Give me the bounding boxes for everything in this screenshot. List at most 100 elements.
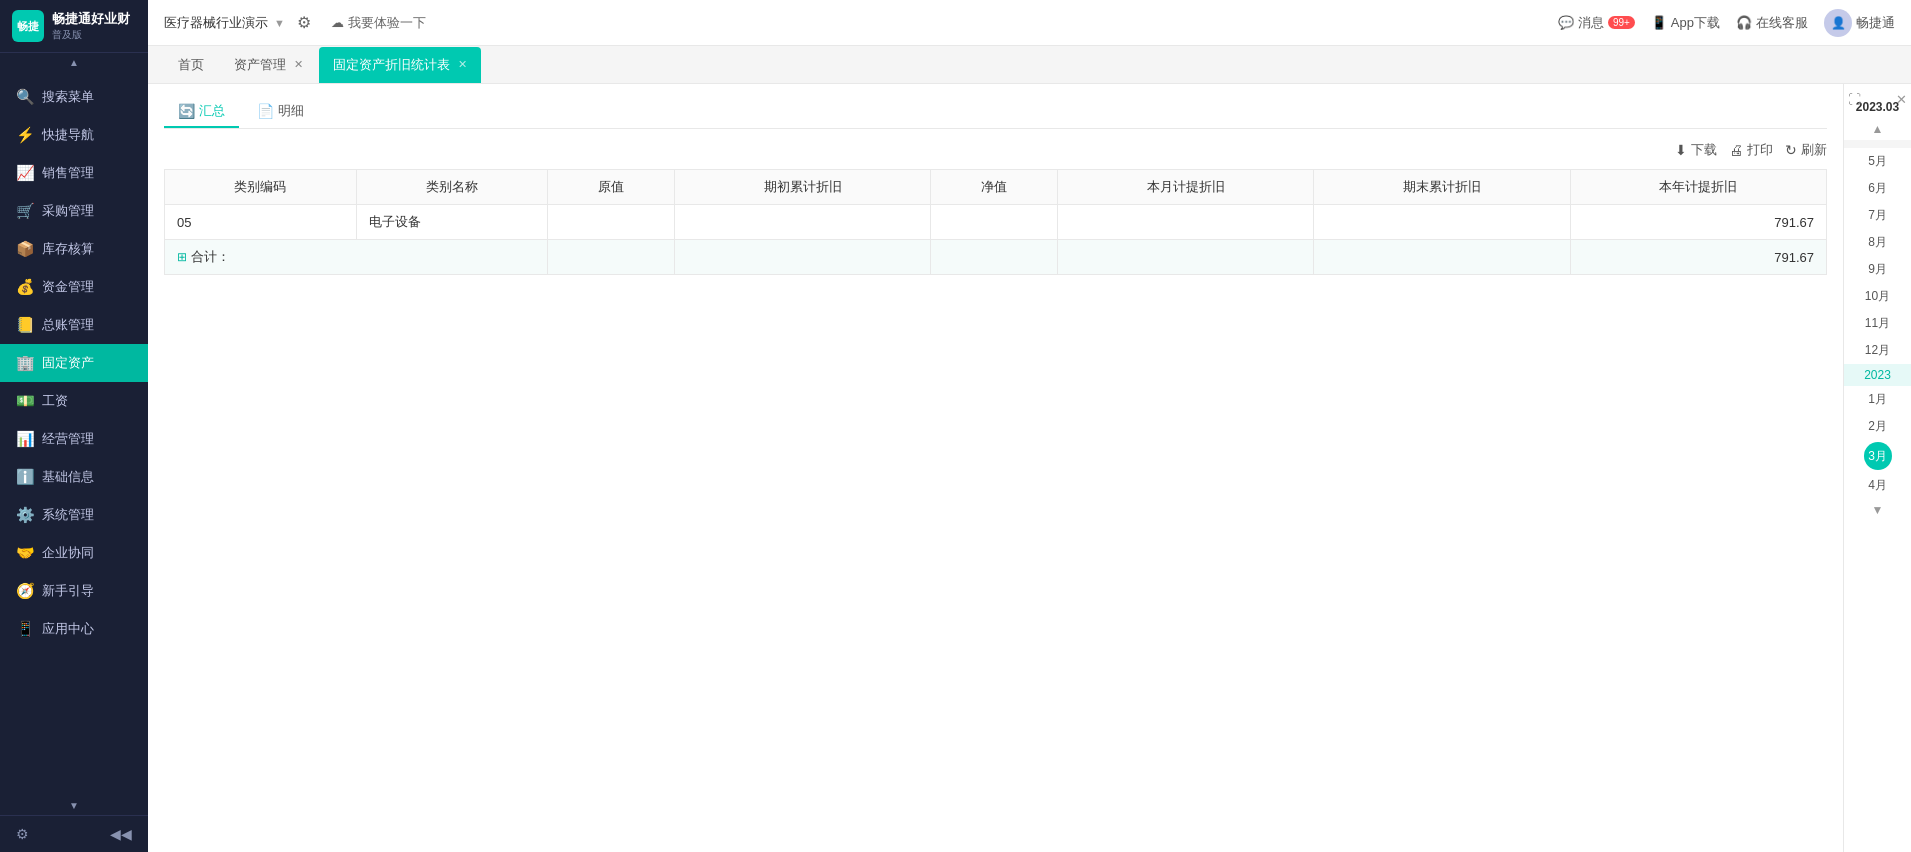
- refresh-icon: ↻: [1785, 142, 1797, 158]
- footer-settings-icon[interactable]: ⚙: [16, 826, 29, 842]
- refresh-label: 刷新: [1801, 141, 1827, 159]
- sidebar-item-system[interactable]: ⚙️ 系统管理: [0, 496, 148, 534]
- company-selector[interactable]: 医疗器械行业演示 ▼: [164, 14, 285, 32]
- app-version: 普及版: [52, 28, 130, 42]
- company-name: 医疗器械行业演示: [164, 14, 268, 32]
- tabs-bar: 首页 资产管理 ✕ 固定资产折旧统计表 ✕: [148, 46, 1911, 84]
- topbar-settings-icon[interactable]: ⚙: [297, 13, 311, 32]
- cell-net-value: [931, 205, 1058, 240]
- sidebar-item-basic-info[interactable]: ℹ️ 基础信息: [0, 458, 148, 496]
- panel-scroll-down[interactable]: ▼: [1844, 499, 1911, 521]
- app-download-label: App下载: [1671, 14, 1720, 32]
- right-panel-close-icon[interactable]: ✕: [1896, 92, 1907, 107]
- sidebar-item-quick-nav[interactable]: ⚡ 快捷导航: [0, 116, 148, 154]
- sidebar-item-fund[interactable]: 💰 资金管理: [0, 268, 148, 306]
- tab-home-label: 首页: [178, 56, 204, 74]
- total-icon: ⊞: [177, 250, 187, 264]
- sidebar-item-search[interactable]: 🔍 搜索菜单: [0, 78, 148, 116]
- print-button[interactable]: 🖨 打印: [1729, 141, 1773, 159]
- sidebar-icon-enterprise: 🤝: [16, 544, 34, 562]
- sidebar-icon-operation: 📊: [16, 430, 34, 448]
- app-name: 畅捷通好业财: [52, 10, 130, 28]
- tab-asset-mgmt[interactable]: 资产管理 ✕: [220, 47, 317, 83]
- download-icon: ⬇: [1675, 142, 1687, 158]
- month-2023-3[interactable]: 3月: [1864, 442, 1892, 470]
- panel-scroll-up[interactable]: ▲: [1844, 118, 1911, 140]
- online-support-icon: 🎧: [1736, 15, 1752, 30]
- sidebar-item-sales[interactable]: 📈 销售管理: [0, 154, 148, 192]
- month-9[interactable]: 9月: [1844, 256, 1911, 283]
- table-total-row: ⊞ 合计： 791.67: [165, 240, 1827, 275]
- sidebar-scroll-up[interactable]: ▲: [0, 53, 148, 72]
- sidebar-icon-sales: 📈: [16, 164, 34, 182]
- month-2023-4[interactable]: 4月: [1844, 472, 1911, 499]
- month-5[interactable]: 5月: [1844, 148, 1911, 175]
- cell-original-value: [548, 205, 675, 240]
- sidebar-item-purchase[interactable]: 🛒 采购管理: [0, 192, 148, 230]
- sidebar-label-fund: 资金管理: [42, 278, 94, 296]
- sub-tab-detail[interactable]: 📄 明细: [243, 96, 318, 128]
- sidebar-item-payroll[interactable]: 💵 工资: [0, 382, 148, 420]
- month-8[interactable]: 8月: [1844, 229, 1911, 256]
- sidebar-header: 畅捷 畅捷通好业财 普及版: [0, 0, 148, 53]
- month-12[interactable]: 12月: [1844, 337, 1911, 364]
- col-header-net-value: 净值: [931, 170, 1058, 205]
- download-button[interactable]: ⬇ 下载: [1675, 141, 1717, 159]
- sidebar-label-payroll: 工资: [42, 392, 68, 410]
- sidebar-label-enterprise: 企业协同: [42, 544, 94, 562]
- cell-closing-dep: [1314, 205, 1570, 240]
- cell-name: 电子设备: [356, 205, 548, 240]
- sidebar-icon-purchase: 🛒: [16, 202, 34, 220]
- sidebar-icon-quick-nav: ⚡: [16, 126, 34, 144]
- sidebar-item-app-center[interactable]: 📱 应用中心: [0, 610, 148, 648]
- messages-action[interactable]: 💬 消息 99+: [1558, 14, 1635, 32]
- app-download-icon: 📱: [1651, 15, 1667, 30]
- user-action[interactable]: 👤 畅捷通: [1824, 9, 1895, 37]
- sidebar-item-inventory[interactable]: 📦 库存核算: [0, 230, 148, 268]
- user-name-label: 畅捷通: [1856, 14, 1895, 32]
- right-panel-expand-icon[interactable]: ⛶: [1848, 92, 1861, 107]
- print-icon: 🖨: [1729, 142, 1743, 158]
- online-support-action[interactable]: 🎧 在线客服: [1736, 14, 1808, 32]
- tab-depreciation-report-close[interactable]: ✕: [458, 58, 467, 71]
- sidebar-item-ledger[interactable]: 📒 总账管理: [0, 306, 148, 344]
- experience-icon: ☁: [331, 15, 344, 30]
- cell-code: 05: [165, 205, 357, 240]
- sub-tab-summary[interactable]: 🔄 汇总: [164, 96, 239, 128]
- app-download-action[interactable]: 📱 App下载: [1651, 14, 1720, 32]
- footer-collapse-icon[interactable]: ◀◀: [110, 826, 132, 842]
- sidebar-item-guide[interactable]: 🧭 新手引导: [0, 572, 148, 610]
- table-header-row: 类别编码 类别名称 原值 期初累计折旧 净值 本月计提折旧 期末累计折旧 本年计…: [165, 170, 1827, 205]
- sidebar-label-basic-info: 基础信息: [42, 468, 94, 486]
- sidebar-icon-ledger: 📒: [16, 316, 34, 334]
- total-monthly-dep: [1058, 240, 1314, 275]
- experience-button[interactable]: ☁ 我要体验一下: [331, 14, 426, 32]
- page-content: 🔄 汇总 📄 明细 ⬇ 下载 🖨 打印 ↻: [148, 84, 1911, 852]
- sidebar-label-operation: 经营管理: [42, 430, 94, 448]
- messages-icon: 💬: [1558, 15, 1574, 30]
- sidebar-item-fixed-assets[interactable]: 🏢 固定资产: [0, 344, 148, 382]
- month-2023-1[interactable]: 1月: [1844, 386, 1911, 413]
- tab-home[interactable]: 首页: [164, 47, 218, 83]
- topbar: 医疗器械行业演示 ▼ ⚙ ☁ 我要体验一下 💬 消息 99+ 📱 App下载 🎧…: [148, 0, 1911, 46]
- total-opening-dep: [675, 240, 931, 275]
- company-dropdown-icon: ▼: [274, 17, 285, 29]
- total-net-value: [931, 240, 1058, 275]
- month-2023-2[interactable]: 2月: [1844, 413, 1911, 440]
- sidebar-scroll-down[interactable]: ▼: [0, 796, 148, 815]
- year-label-2023: 2023: [1844, 364, 1911, 386]
- month-11[interactable]: 11月: [1844, 310, 1911, 337]
- month-6[interactable]: 6月: [1844, 175, 1911, 202]
- refresh-button[interactable]: ↻ 刷新: [1785, 141, 1827, 159]
- tab-depreciation-report[interactable]: 固定资产折旧统计表 ✕: [319, 47, 481, 83]
- right-panel-controls: ⛶ ✕: [1844, 88, 1911, 96]
- sidebar-label-quick-nav: 快捷导航: [42, 126, 94, 144]
- cell-annual-dep: 791.67: [1570, 205, 1826, 240]
- month-10[interactable]: 10月: [1844, 283, 1911, 310]
- month-7[interactable]: 7月: [1844, 202, 1911, 229]
- sidebar-item-operation[interactable]: 📊 经营管理: [0, 420, 148, 458]
- table-row: 05 电子设备 791.67: [165, 205, 1827, 240]
- sidebar-label-search: 搜索菜单: [42, 88, 94, 106]
- sidebar-item-enterprise[interactable]: 🤝 企业协同: [0, 534, 148, 572]
- tab-asset-mgmt-close[interactable]: ✕: [294, 58, 303, 71]
